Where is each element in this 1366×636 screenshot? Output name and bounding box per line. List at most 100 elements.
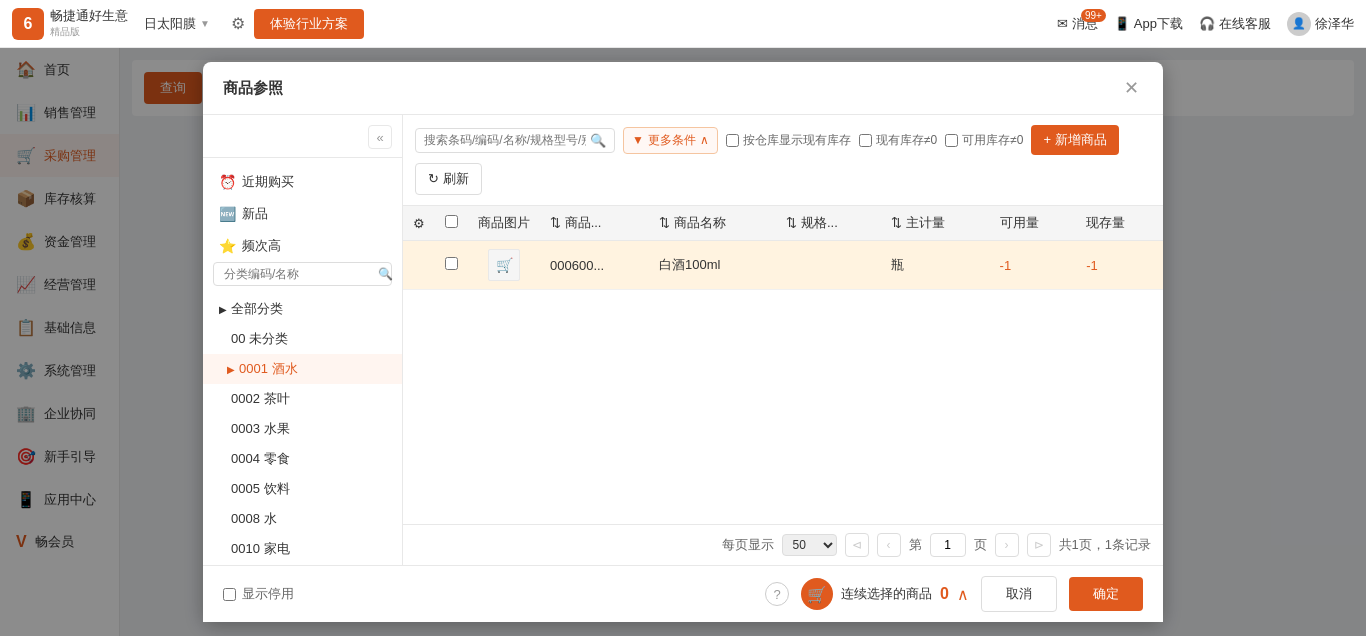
- quick-new-label: 新品: [242, 205, 268, 223]
- modal-right-panel: 🔍 ▼ 更多条件 ∧ 按仓库显示现有库存 现有库存≠0: [403, 115, 1163, 565]
- add-product-button[interactable]: + 新增商品: [1031, 125, 1118, 155]
- table-col-available: 可用量: [990, 206, 1077, 241]
- page-size-select[interactable]: 50 100 200: [782, 534, 837, 556]
- modal-left-panel: « ⏰ 近期购买 🆕 新品 ⭐ 频次高 🔍: [203, 115, 403, 565]
- category-liquor[interactable]: ▶ 0001 酒水: [203, 354, 402, 384]
- category-water[interactable]: 0008 水: [203, 504, 402, 534]
- arrow-active-icon: ▶: [227, 364, 235, 375]
- select-all-checkbox[interactable]: [445, 215, 458, 228]
- product-table: ⚙ 商品图片 ⇅ 商品...: [403, 206, 1163, 524]
- modal-left-top: «: [203, 125, 402, 158]
- quick-freq-label: 频次高: [242, 237, 281, 255]
- sort-code-icon[interactable]: ⇅: [550, 215, 561, 230]
- display-disabled-checkbox[interactable]: 显示停用: [223, 585, 294, 603]
- message-badge: 99+: [1081, 9, 1106, 22]
- logo-area: 6 畅捷通好生意 精品版: [12, 8, 132, 40]
- page-size-label: 每页显示: [722, 536, 774, 554]
- category-search-box[interactable]: 🔍: [213, 262, 392, 286]
- app-name: 畅捷通好生意: [50, 8, 128, 25]
- sort-unit-icon[interactable]: ⇅: [891, 215, 902, 230]
- page-unit-label: 页: [974, 536, 987, 554]
- category-uncategorized[interactable]: 00 未分类: [203, 324, 402, 354]
- category-all[interactable]: ▶ 全部分类: [203, 294, 402, 324]
- quick-high-frequency[interactable]: ⭐ 频次高: [203, 230, 402, 262]
- cart-count: 0: [940, 585, 949, 603]
- search-icon[interactable]: 🔍: [590, 133, 606, 148]
- category-snacks[interactable]: 0004 零食: [203, 444, 402, 474]
- category-appliances[interactable]: 0010 家电: [203, 534, 402, 564]
- more-filter-button[interactable]: ▼ 更多条件 ∧: [623, 127, 718, 154]
- quick-recent-purchase[interactable]: ⏰ 近期购买: [203, 166, 402, 198]
- row-image: 🛒: [468, 241, 540, 290]
- refresh-button[interactable]: ↻ 刷新: [415, 163, 482, 195]
- modal-overlay: 商品参照 ✕ « ⏰ 近期购买 🆕 新品 ⭐: [0, 48, 1366, 636]
- collapse-button[interactable]: «: [368, 125, 392, 149]
- category-fruit[interactable]: 0003 水果: [203, 414, 402, 444]
- row-name: 白酒100ml: [649, 241, 776, 290]
- message-icon: ✉: [1057, 16, 1068, 31]
- message-button[interactable]: ✉ 消息 99+: [1057, 15, 1098, 33]
- app-sub-name: 精品版: [50, 25, 128, 39]
- table-col-spec: ⇅ 规格...: [776, 206, 881, 241]
- table-row[interactable]: 🛒 000600... 白酒100ml 瓶 -1: [403, 241, 1163, 290]
- modal-body: « ⏰ 近期购买 🆕 新品 ⭐ 频次高 🔍: [203, 115, 1163, 565]
- first-page-button[interactable]: ⊲: [845, 533, 869, 557]
- pagination-bar: 每页显示 50 100 200 ⊲ ‹ 第 页 › ⊳ 共1页，1条记录: [403, 524, 1163, 565]
- sort-spec-icon[interactable]: ⇅: [786, 215, 797, 230]
- row-available: -1: [990, 241, 1077, 290]
- cart-label: 连续选择的商品: [841, 585, 932, 603]
- row-check[interactable]: [435, 241, 468, 290]
- existing-stock-checkbox[interactable]: 现有库存≠0: [859, 132, 937, 149]
- warehouse-display-checkbox[interactable]: 按仓库显示现有库存: [726, 132, 851, 149]
- product-search-input[interactable]: [424, 133, 586, 147]
- category-tea[interactable]: 0002 茶叶: [203, 384, 402, 414]
- avatar: 👤: [1287, 12, 1311, 36]
- logo-icon: 6: [12, 8, 44, 40]
- product-search-box[interactable]: 🔍: [415, 128, 615, 153]
- table-col-gear: ⚙: [403, 206, 435, 241]
- app-download-button[interactable]: 📱 App下载: [1114, 15, 1183, 33]
- modal-toolbar: 🔍 ▼ 更多条件 ∧ 按仓库显示现有库存 现有库存≠0: [403, 115, 1163, 206]
- store-name: 日太阳膜: [144, 15, 196, 33]
- store-selector[interactable]: 日太阳膜 ▼: [132, 11, 222, 37]
- user-profile[interactable]: 👤 徐泽华: [1287, 12, 1354, 36]
- chevron-down-icon: ▼: [200, 18, 210, 29]
- nav-right: ✉ 消息 99+ 📱 App下载 🎧 在线客服 👤 徐泽华: [1057, 12, 1354, 36]
- row-spec: [776, 241, 881, 290]
- top-nav: 6 畅捷通好生意 精品版 日太阳膜 ▼ ⚙ 体验行业方案 ✉ 消息 99+ 📱 …: [0, 0, 1366, 48]
- category-search-icon[interactable]: 🔍: [378, 267, 393, 281]
- row-gear: [403, 241, 435, 290]
- quick-new-product[interactable]: 🆕 新品: [203, 198, 402, 230]
- cart-collapse-icon[interactable]: ∧: [957, 585, 969, 604]
- arrow-icon: ▶: [219, 304, 227, 315]
- prev-page-button[interactable]: ‹: [877, 533, 901, 557]
- headset-icon: 🎧: [1199, 16, 1215, 31]
- last-page-button[interactable]: ⊳: [1027, 533, 1051, 557]
- category-drinks[interactable]: 0005 饮料: [203, 474, 402, 504]
- next-page-button[interactable]: ›: [995, 533, 1019, 557]
- cart-area: 🛒 连续选择的商品 0 ∧: [801, 578, 969, 610]
- confirm-button[interactable]: 确定: [1069, 577, 1143, 611]
- row-stock: -1: [1076, 241, 1163, 290]
- modal-close-button[interactable]: ✕: [1119, 76, 1143, 100]
- table-col-image: 商品图片: [468, 206, 540, 241]
- table-col-code: ⇅ 商品...: [540, 206, 649, 241]
- settings-button[interactable]: ⚙: [222, 8, 254, 40]
- customer-service-button[interactable]: 🎧 在线客服: [1199, 15, 1271, 33]
- table-col-unit: ⇅ 主计量: [881, 206, 989, 241]
- phone-icon: 📱: [1114, 16, 1130, 31]
- try-industry-button[interactable]: 体验行业方案: [254, 9, 364, 39]
- modal-title: 商品参照: [223, 79, 283, 98]
- table-header-row: ⚙ 商品图片 ⇅ 商品...: [403, 206, 1163, 241]
- help-button[interactable]: ?: [765, 582, 789, 606]
- star-icon: ⭐: [219, 238, 236, 254]
- filter-icon: ▼: [632, 133, 644, 147]
- new-icon: 🆕: [219, 206, 236, 222]
- available-stock-checkbox[interactable]: 可用库存≠0: [945, 132, 1023, 149]
- cart-icon-button[interactable]: 🛒: [801, 578, 833, 610]
- page-number-input[interactable]: [930, 533, 966, 557]
- sort-name-icon[interactable]: ⇅: [659, 215, 670, 230]
- product-image: 🛒: [488, 249, 520, 281]
- category-search-input[interactable]: [224, 267, 374, 281]
- cancel-button[interactable]: 取消: [981, 576, 1057, 612]
